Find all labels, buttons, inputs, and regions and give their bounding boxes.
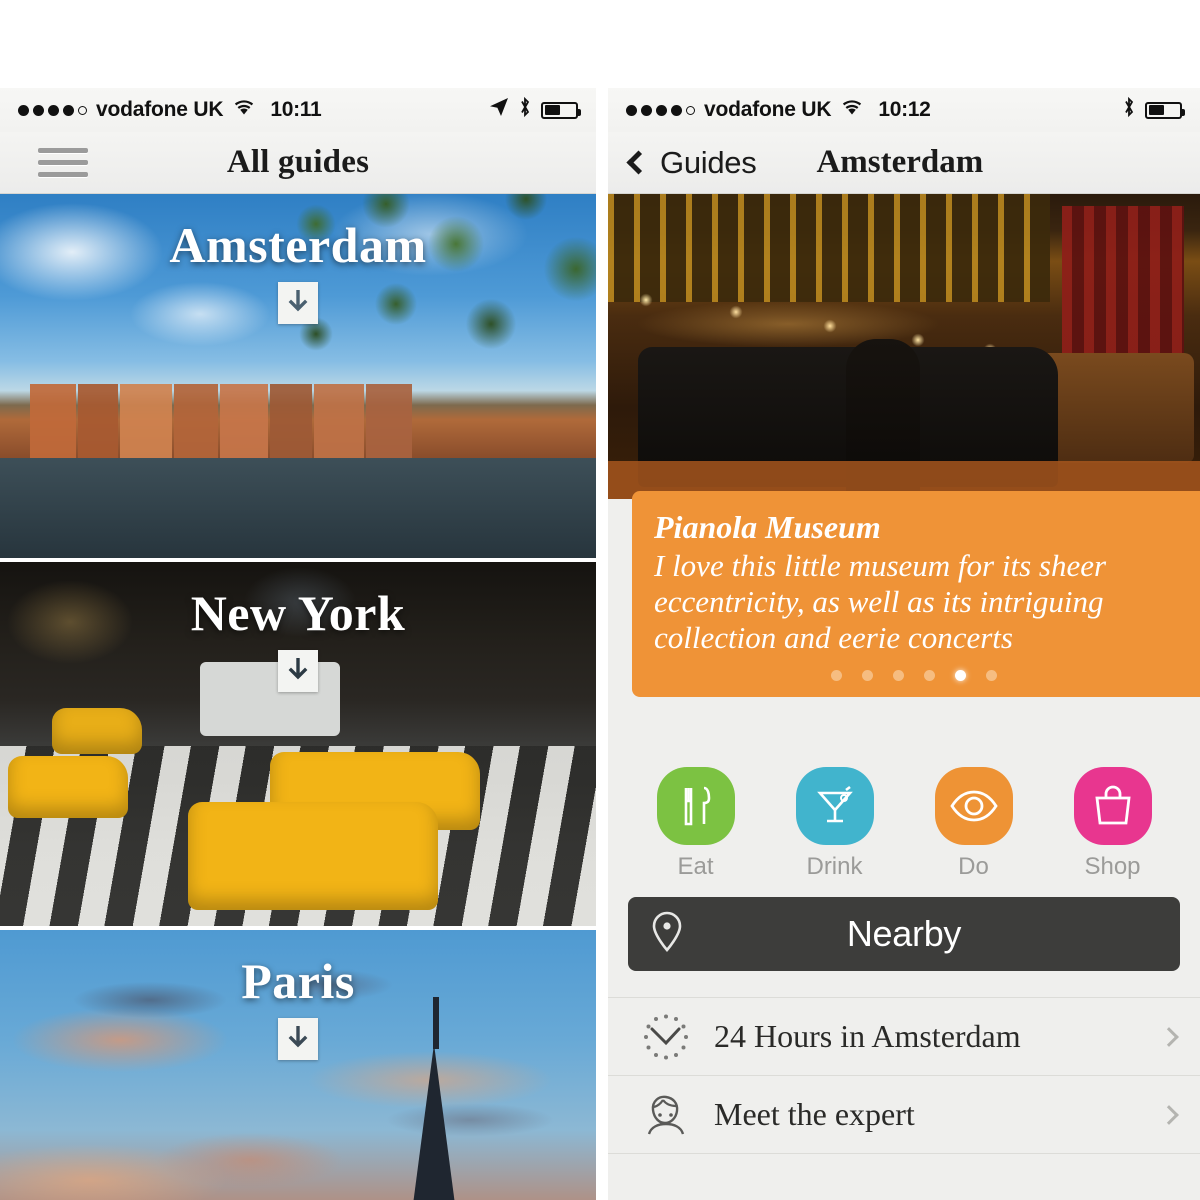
- navbar-right: Guides Amsterdam: [608, 132, 1200, 194]
- list-item-meet-the-expert[interactable]: Meet the expert: [608, 1076, 1200, 1154]
- menu-list: 24 Hours in Amsterdam Meet the expert: [608, 997, 1200, 1154]
- right-phone-panel: vodafone UK 10:12 Guides Amsterdam Piano…: [608, 88, 1200, 1200]
- category-eat[interactable]: Eat: [636, 767, 756, 881]
- map-pin-icon: [650, 910, 684, 959]
- status-bar-right: vodafone UK 10:12: [608, 88, 1200, 132]
- carousel-page-dots[interactable]: [654, 669, 1174, 681]
- navbar-left: All guides: [0, 132, 596, 194]
- signal-strength-icon: [18, 104, 87, 116]
- status-right-icons-right: [1122, 96, 1185, 124]
- wifi-icon: [232, 98, 256, 122]
- guide-name-label: Amsterdam: [169, 217, 427, 273]
- portrait-icon: [630, 1090, 702, 1140]
- shopping-bag-icon: [1073, 767, 1152, 845]
- page-dot-active[interactable]: [955, 669, 966, 681]
- status-clock-right: 10:12: [878, 98, 931, 121]
- screenshot-stage: vodafone UK 10:11 All guides Amsterdam N…: [0, 0, 1200, 1200]
- page-dot[interactable]: [986, 669, 997, 681]
- quote-title: Pianola Museum: [654, 509, 881, 545]
- carrier-label: vodafone UK: [96, 98, 224, 121]
- category-drink[interactable]: Drink: [775, 767, 895, 881]
- status-right-icons-left: [489, 96, 581, 124]
- category-label: Shop: [1084, 853, 1141, 880]
- nearby-button[interactable]: Nearby: [628, 897, 1180, 971]
- list-item-label: 24 Hours in Amsterdam: [714, 1018, 1021, 1054]
- bluetooth-icon: [1122, 96, 1136, 124]
- category-row: Eat Drink Do Shop: [608, 739, 1200, 887]
- eye-icon: [934, 767, 1013, 845]
- back-button[interactable]: Guides: [626, 144, 757, 181]
- status-bar-left: vodafone UK 10:11: [0, 88, 596, 132]
- category-shop[interactable]: Shop: [1053, 767, 1173, 881]
- battery-icon: [1145, 101, 1185, 119]
- download-arrow-icon[interactable]: [278, 1018, 318, 1060]
- category-label: Eat: [677, 853, 714, 880]
- bluetooth-icon: [518, 96, 532, 124]
- page-dot[interactable]: [924, 669, 935, 681]
- chevron-left-icon: [626, 150, 651, 175]
- fork-knife-icon: [656, 767, 735, 845]
- page-title: All guides: [226, 144, 370, 180]
- category-do[interactable]: Do: [914, 767, 1034, 881]
- guides-list: Amsterdam New York Paris: [0, 194, 596, 1200]
- quote-card[interactable]: Pianola Museum I love this little museum…: [632, 491, 1200, 697]
- category-label: Do: [958, 853, 989, 880]
- download-arrow-icon[interactable]: [278, 650, 318, 692]
- nearby-button-label: Nearby: [846, 913, 962, 954]
- carrier-label: vodafone UK: [704, 98, 832, 121]
- guide-card-paris[interactable]: Paris: [0, 930, 596, 1200]
- page-dot[interactable]: [831, 669, 842, 681]
- cocktail-glass-icon: [795, 767, 874, 845]
- hero-photo-pianola-museum: [608, 194, 1200, 499]
- category-label: Drink: [806, 853, 863, 880]
- left-phone-panel: vodafone UK 10:11 All guides Amsterdam N…: [0, 88, 596, 1200]
- guide-card-new-york[interactable]: New York: [0, 562, 596, 926]
- status-clock-left: 10:11: [270, 98, 322, 121]
- battery-icon: [541, 101, 581, 119]
- page-dot[interactable]: [862, 669, 873, 681]
- list-item-24-hours[interactable]: 24 Hours in Amsterdam: [608, 998, 1200, 1076]
- chevron-right-icon: [1159, 1026, 1179, 1047]
- download-arrow-icon[interactable]: [278, 282, 318, 324]
- page-title: Amsterdam: [816, 144, 984, 180]
- page-dot[interactable]: [893, 669, 904, 681]
- guide-name-label: New York: [190, 585, 406, 641]
- chevron-right-icon: [1159, 1104, 1179, 1125]
- location-arrow-icon: [489, 97, 509, 123]
- guide-card-amsterdam[interactable]: Amsterdam: [0, 194, 596, 558]
- clock-icon: [630, 1012, 702, 1062]
- list-item-label: Meet the expert: [714, 1096, 915, 1132]
- back-button-label: Guides: [660, 144, 757, 180]
- quote-body: I love this little museum for its sheer …: [654, 548, 1107, 655]
- guide-name-label: Paris: [241, 953, 355, 1009]
- signal-strength-icon: [626, 104, 695, 116]
- wifi-icon: [840, 98, 864, 122]
